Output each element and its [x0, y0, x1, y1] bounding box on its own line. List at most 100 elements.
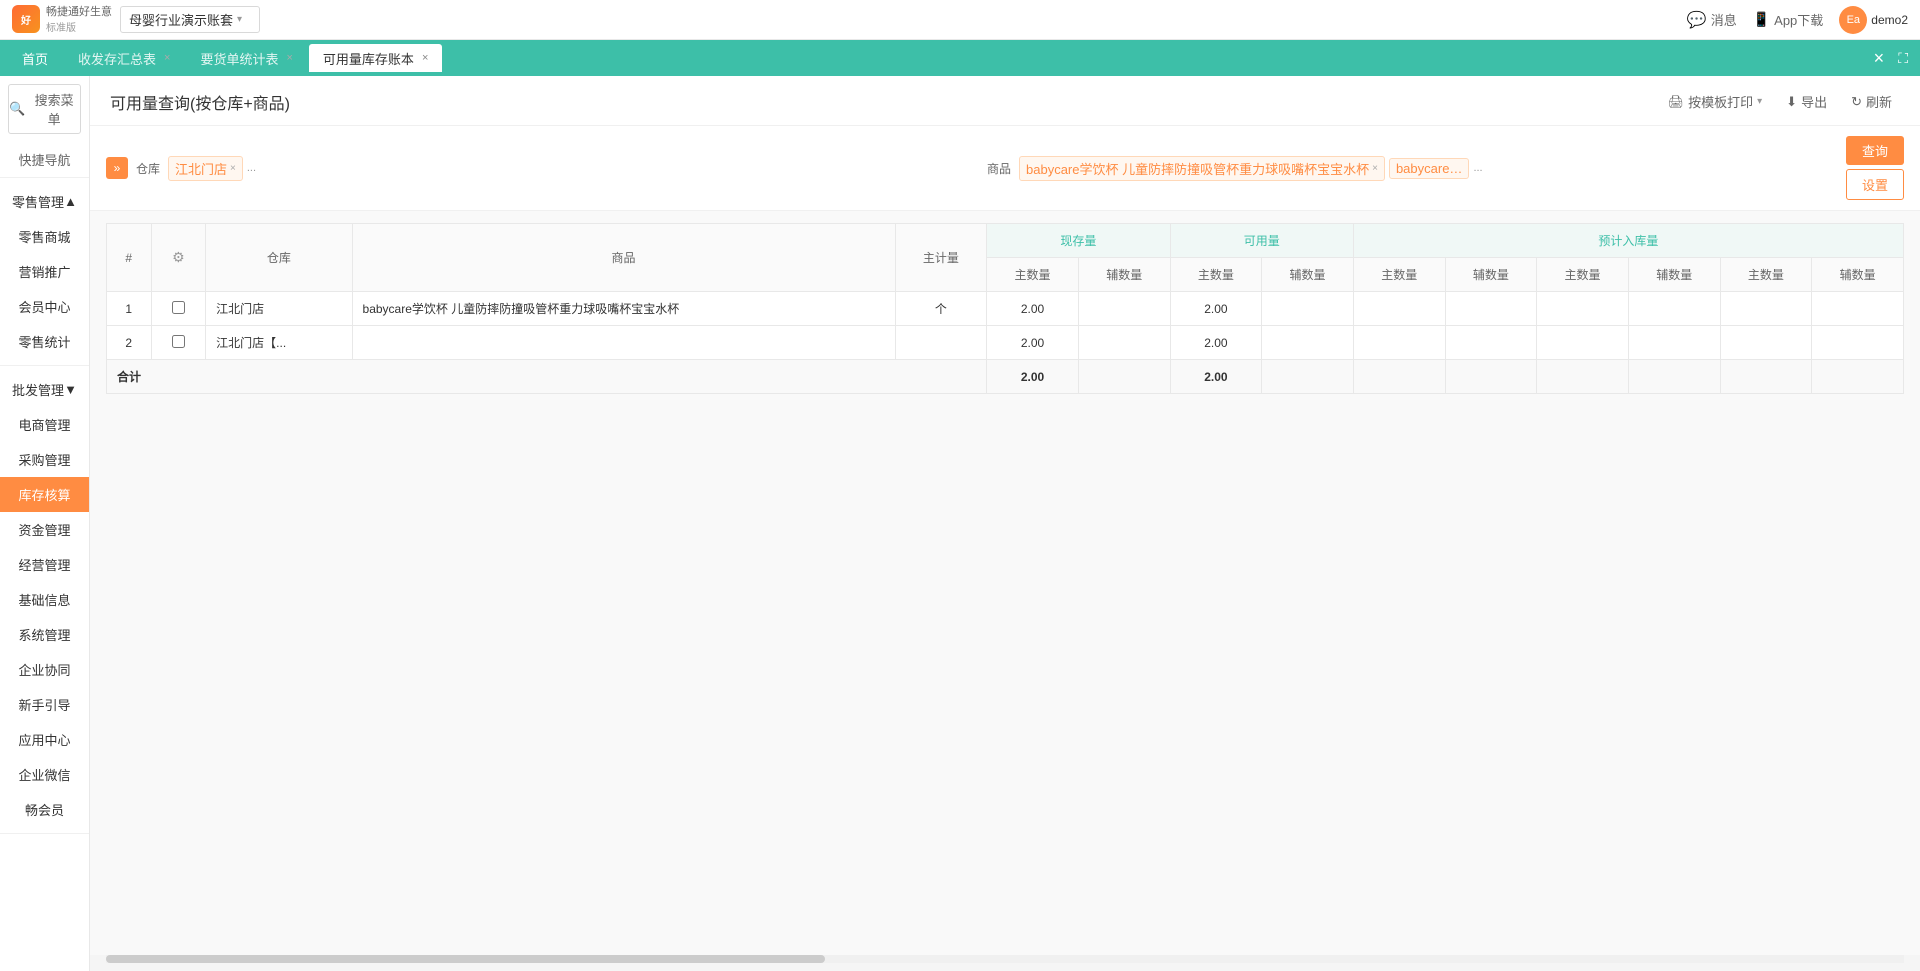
- col-warehouse: 仓库: [206, 224, 352, 292]
- export-button[interactable]: ⬇ 导出: [1778, 88, 1835, 115]
- sidebar-item-retail-mall-label: 零售商城: [18, 227, 70, 246]
- cell-production-aux: [1812, 292, 1904, 326]
- sidebar-item-member-center[interactable]: 会员中心: [0, 289, 89, 324]
- cell-incoming-main: [1537, 326, 1629, 360]
- sidebar-item-inventory-check[interactable]: 库存核算: [0, 477, 89, 512]
- cell-checkbox[interactable]: [151, 326, 206, 360]
- quick-nav-button[interactable]: 快捷导航: [0, 142, 89, 178]
- gear-icon[interactable]: ⚙: [172, 249, 185, 265]
- top-bar-right: 💬 消息 📱 App下载 Ea demo2: [1687, 6, 1908, 34]
- sidebar-item-app-center[interactable]: 应用中心: [0, 722, 89, 757]
- row-checkbox[interactable]: [172, 335, 185, 348]
- warehouse-more-button[interactable]: ...: [247, 162, 256, 174]
- print-button[interactable]: 🖨 按模板打印 ▾: [1660, 88, 1771, 115]
- cell-stock-aux: [1078, 326, 1170, 360]
- product-more-button[interactable]: ...: [1473, 162, 1482, 174]
- product-tag-2[interactable]: babycare…: [1389, 158, 1469, 179]
- query-button[interactable]: 查询: [1846, 136, 1904, 165]
- warehouse-tag[interactable]: 江北门店 ×: [168, 156, 243, 181]
- data-table: # ⚙ 仓库 商品 主计量 现存量 可用量 预计入库量 主数量 辅数量 主数量 …: [106, 223, 1904, 394]
- warehouse-tag-close-icon[interactable]: ×: [230, 163, 236, 174]
- product-tag-1-close-icon[interactable]: ×: [1372, 163, 1378, 174]
- sidebar-item-marketing-label: 营销推广: [18, 262, 70, 281]
- sidebar-item-purchase-mgmt[interactable]: 采购管理: [0, 442, 89, 477]
- close-all-tabs-button[interactable]: ×: [1866, 48, 1893, 69]
- cell-available-aux: [1262, 292, 1354, 326]
- print-label: 按模板打印: [1688, 92, 1753, 111]
- tab-shoufacun-label: 收发存汇总表: [78, 49, 156, 68]
- filter-action-buttons: 查询 设置: [1846, 136, 1904, 200]
- horizontal-scrollbar[interactable]: [106, 955, 1904, 963]
- row-checkbox[interactable]: [172, 301, 185, 314]
- app-download-button[interactable]: 📱 App下载: [1753, 10, 1824, 29]
- sidebar-item-retail-mall[interactable]: 零售商城: [0, 219, 89, 254]
- sidebar-item-retail-stats[interactable]: 零售统计: [0, 324, 89, 359]
- footer-total-row: 合计 2.00 2.00: [107, 360, 1904, 394]
- warehouse-filter-tags: 江北门店 × ...: [168, 156, 979, 181]
- message-button[interactable]: 💬 消息: [1687, 10, 1737, 30]
- tab-yaohuo-close[interactable]: ×: [286, 52, 292, 64]
- avatar: Ea: [1839, 6, 1867, 34]
- app-label: App下载: [1774, 10, 1823, 29]
- print-dropdown-icon: ▾: [1757, 96, 1762, 107]
- sidebar-item-inventory-check-label: 库存核算: [18, 485, 70, 504]
- sidebar-item-new-guide[interactable]: 新手引导: [0, 687, 89, 722]
- cell-production-main: [1720, 326, 1812, 360]
- tab-home[interactable]: 首页: [8, 44, 62, 72]
- sidebar-item-enterprise-collab[interactable]: 企业协同: [0, 652, 89, 687]
- sidebar-item-new-guide-label: 新手引导: [18, 695, 70, 714]
- sidebar-item-retail-mgmt[interactable]: 零售管理 ▲: [0, 184, 89, 219]
- product-tag-1[interactable]: babycare学饮杯 儿童防摔防撞吸管杯重力球吸嘴杯宝宝水杯 ×: [1019, 156, 1385, 181]
- tab-shoufacun-close[interactable]: ×: [164, 52, 170, 64]
- cell-incoming-main: [1537, 292, 1629, 326]
- sidebar-item-member-plus-label: 畅会员: [25, 800, 64, 819]
- tab-yaohuo[interactable]: 要货单统计表 ×: [186, 44, 306, 72]
- export-icon: ⬇: [1786, 94, 1797, 110]
- cell-purchase-aux: [1445, 292, 1537, 326]
- table-row: 1 江北门店 babycare学饮杯 儿童防摔防撞吸管杯重力球吸嘴杯宝宝水杯 个…: [107, 292, 1904, 326]
- setting-button[interactable]: 设置: [1846, 169, 1904, 200]
- cell-checkbox[interactable]: [151, 292, 206, 326]
- sidebar-item-enterprise-wechat[interactable]: 企业微信: [0, 757, 89, 792]
- logo-text-area: 畅捷通好生意 标准版: [46, 5, 112, 34]
- refresh-icon: ↻: [1851, 94, 1862, 110]
- sidebar-item-marketing[interactable]: 营销推广: [0, 254, 89, 289]
- chevron-icon-2: ▼: [64, 382, 77, 397]
- cell-available-main: 2.00: [1170, 292, 1262, 326]
- footer-stock-aux: [1078, 360, 1170, 394]
- cell-unit: 个: [895, 292, 987, 326]
- sidebar-item-ops-mgmt[interactable]: 经营管理: [0, 547, 89, 582]
- tab-keyongliang[interactable]: 可用量库存账本 ×: [309, 44, 442, 72]
- tab-shoufacun[interactable]: 收发存汇总表 ×: [64, 44, 184, 72]
- sidebar-item-ecommerce-mgmt[interactable]: 电商管理: [0, 407, 89, 442]
- scrollbar-thumb[interactable]: [106, 955, 825, 963]
- sidebar-item-member-plus[interactable]: 畅会员: [0, 792, 89, 827]
- sidebar: 🔍 搜索菜单 快捷导航 零售管理 ▲ 零售商城 营销推广 会员中心 零售统计: [0, 76, 90, 971]
- sidebar-item-basic-info[interactable]: 基础信息: [0, 582, 89, 617]
- col-product: 商品: [352, 224, 895, 292]
- tab-keyongliang-close[interactable]: ×: [422, 52, 428, 64]
- cell-stock-aux: [1078, 292, 1170, 326]
- sidebar-item-wholesale-mgmt[interactable]: 批发管理 ▼: [0, 372, 89, 407]
- refresh-button[interactable]: ↻ 刷新: [1843, 88, 1900, 115]
- account-selector[interactable]: 母婴行业演示账套 ▾: [120, 6, 260, 33]
- sidebar-item-finance-mgmt-label: 资金管理: [18, 520, 70, 539]
- cell-index: 2: [107, 326, 152, 360]
- warehouse-tag-value: 江北门店: [175, 159, 227, 178]
- sidebar-item-system-mgmt[interactable]: 系统管理: [0, 617, 89, 652]
- footer-incoming-aux: [1628, 360, 1720, 394]
- quick-nav-label: 快捷导航: [18, 153, 70, 168]
- content-area: 可用量查询(按仓库+商品) 🖨 按模板打印 ▾ ⬇ 导出 ↻ 刷新 »: [90, 76, 1920, 971]
- col-incoming-aux: 辅数量: [1628, 258, 1720, 292]
- sidebar-item-finance-mgmt[interactable]: 资金管理: [0, 512, 89, 547]
- cell-stock-main: 2.00: [987, 326, 1079, 360]
- footer-available-aux: [1262, 360, 1354, 394]
- expand-icon[interactable]: ⛶: [1894, 50, 1912, 67]
- user-avatar-area[interactable]: Ea demo2: [1839, 6, 1908, 34]
- filter-expand-button[interactable]: »: [106, 157, 128, 179]
- col-planned-group: 预计入库量: [1353, 224, 1903, 258]
- account-name: 母婴行业演示账套: [129, 10, 233, 29]
- col-gear[interactable]: ⚙: [151, 224, 206, 292]
- search-menu-button[interactable]: 🔍 搜索菜单: [8, 84, 81, 134]
- col-production-aux: 辅数量: [1812, 258, 1904, 292]
